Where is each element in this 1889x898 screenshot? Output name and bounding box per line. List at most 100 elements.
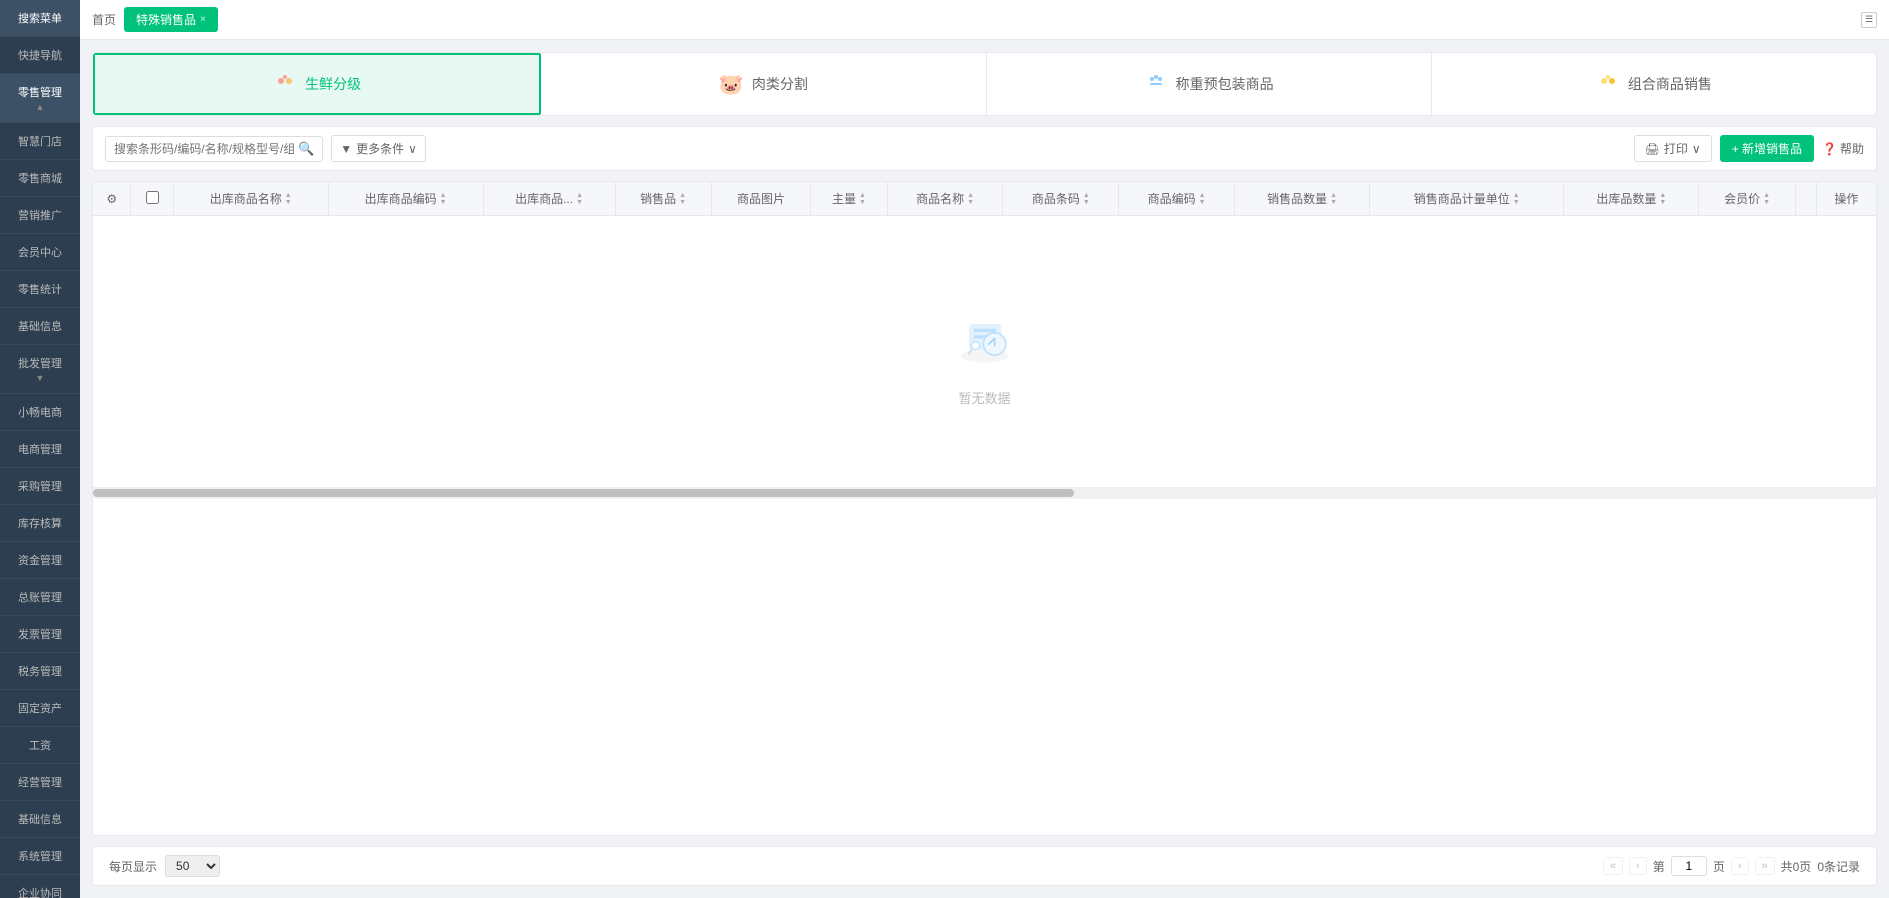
print-button[interactable]: 🖨 打印 ∨: [1634, 135, 1712, 162]
sidebar-item-invoice[interactable]: 发票管理: [0, 616, 80, 653]
sort-arrows-outbound-qty[interactable]: ▲▼: [1659, 192, 1666, 206]
horizontal-scrollbar-thumb[interactable]: [93, 489, 1074, 497]
sidebar-item-ecommerce-mgmt[interactable]: 电商管理: [0, 431, 80, 468]
sort-arrows-outbound-name[interactable]: ▲▼: [285, 192, 292, 206]
sidebar-item-marketing[interactable]: 营销推广: [0, 197, 80, 234]
tab-weigh-prepack[interactable]: 称重预包装商品: [987, 53, 1432, 115]
horizontal-scrollbar-area[interactable]: [93, 487, 1876, 499]
search-menu-label: 搜索菜单: [18, 13, 62, 25]
sidebar-item-ecommerce[interactable]: 小畅电商: [0, 394, 80, 431]
sidebar-item-salary[interactable]: 工资: [0, 727, 80, 764]
search-input[interactable]: [114, 142, 294, 156]
col-product-name: 商品名称: [916, 190, 964, 207]
retail-mgmt-arrow: ▲: [36, 102, 45, 112]
tab-label-combo: 组合商品销售: [1628, 74, 1712, 94]
th-extra: [1795, 182, 1816, 216]
combo-sales-icon: [1596, 69, 1620, 99]
sidebar-item-tax[interactable]: 税务管理: [0, 653, 80, 690]
topbar-home-link[interactable]: 首页: [92, 11, 116, 28]
sidebar-item-purchase-mgmt[interactable]: 采购管理: [0, 468, 80, 505]
sidebar-item-smart-store[interactable]: 智慧门店: [0, 123, 80, 160]
sidebar-item-member-center[interactable]: 会员中心: [0, 234, 80, 271]
topbar-active-tab[interactable]: 特殊销售品 ×: [124, 7, 218, 32]
col-outbound-etc: 出库商品...: [515, 190, 573, 207]
th-checkbox[interactable]: [131, 182, 173, 216]
sort-arrows-product-code[interactable]: ▲▼: [1199, 192, 1206, 206]
sidebar-item-inventory[interactable]: 库存核算: [0, 505, 80, 542]
tab-label-fresh: 生鲜分级: [305, 74, 361, 94]
page-number-input[interactable]: [1671, 856, 1707, 876]
page-size-label: 每页显示: [109, 858, 157, 875]
filter-chevron-icon: ∨: [408, 142, 417, 156]
select-all-checkbox[interactable]: [146, 191, 159, 204]
col-action: 操作: [1834, 192, 1858, 206]
sidebar-item-retail-mall[interactable]: 零售商城: [0, 160, 80, 197]
next-page-button[interactable]: ›: [1731, 857, 1749, 875]
toolbar-left: 🔍 ▼ 更多条件 ∨: [105, 135, 426, 162]
category-tabs: 生鲜分级 🐷 肉类分割 称重预包装商品: [92, 52, 1877, 116]
tab-combo-sales[interactable]: 组合商品销售: [1432, 53, 1876, 115]
col-outbound-code: 出库商品编码: [365, 190, 437, 207]
tab-fresh-grading[interactable]: 生鲜分级: [93, 53, 541, 115]
sidebar-item-basic-info-2[interactable]: 基础信息: [0, 801, 80, 838]
fresh-grading-icon: [273, 69, 297, 99]
sidebar-item-quick-nav[interactable]: 快捷导航: [0, 37, 80, 74]
print-chevron-icon: ∨: [1692, 142, 1701, 156]
sidebar-item-search-menu[interactable]: 搜索菜单: [0, 0, 80, 37]
tab-meat-cutting[interactable]: 🐷 肉类分割: [541, 53, 986, 115]
sidebar-item-ledger[interactable]: 总账管理: [0, 579, 80, 616]
col-product-img: 商品图片: [737, 192, 785, 206]
sidebar-item-system[interactable]: 系统管理: [0, 838, 80, 875]
add-product-button[interactable]: + 新增销售品: [1720, 135, 1814, 162]
tab-close-icon[interactable]: ×: [200, 14, 206, 25]
sort-arrows-barcode[interactable]: ▲▼: [1083, 192, 1090, 206]
page-content: 生鲜分级 🐷 肉类分割 称重预包装商品: [80, 40, 1889, 898]
sidebar-item-enterprise[interactable]: 企业协同: [0, 875, 80, 898]
toggle-sidebar-icon[interactable]: ☰: [1861, 12, 1877, 28]
print-icon: 🖨: [1645, 142, 1660, 156]
search-icon[interactable]: 🔍: [298, 141, 314, 157]
tab-label-weigh: 称重预包装商品: [1176, 74, 1274, 94]
sort-arrows-main-qty[interactable]: ▲▼: [859, 192, 866, 206]
sidebar-item-finance[interactable]: 资金管理: [0, 542, 80, 579]
tab-label-meat: 肉类分割: [752, 74, 808, 94]
sidebar-item-fixed-assets[interactable]: 固定资产: [0, 690, 80, 727]
filter-button[interactable]: ▼ 更多条件 ∨: [331, 135, 426, 162]
col-barcode: 商品条码: [1032, 190, 1080, 207]
th-settings[interactable]: ⚙: [93, 182, 131, 216]
col-product-code: 商品编码: [1148, 190, 1196, 207]
sidebar-item-retail-stats[interactable]: 零售统计: [0, 271, 80, 308]
th-sale-qty: 销售品数量 ▲▼: [1234, 182, 1369, 216]
sort-arrows-product-name[interactable]: ▲▼: [967, 192, 974, 206]
sort-arrows-sale-qty[interactable]: ▲▼: [1330, 192, 1337, 206]
help-button[interactable]: ❓ 帮助: [1822, 140, 1864, 157]
th-product-code: 商品编码 ▲▼: [1119, 182, 1235, 216]
empty-text: 暂无数据: [958, 388, 1010, 407]
sidebar-item-wholesale-mgmt[interactable]: 批发管理 ▼: [0, 345, 80, 394]
pagination-left: 每页显示 50 10 20 100: [109, 855, 220, 877]
th-barcode: 商品条码 ▲▼: [1003, 182, 1119, 216]
wholesale-arrow: ▼: [36, 373, 45, 383]
sort-arrows-outbound-etc[interactable]: ▲▼: [576, 192, 583, 206]
col-outbound-name: 出库商品名称: [210, 190, 282, 207]
sort-arrows-sale[interactable]: ▲▼: [679, 192, 686, 206]
th-outbound-name: 出库商品名称 ▲▼: [173, 182, 328, 216]
topbar-right: ☰: [1861, 12, 1877, 28]
empty-state: 暂无数据: [93, 216, 1876, 487]
print-label: 打印: [1664, 140, 1688, 157]
sort-arrows-sale-unit[interactable]: ▲▼: [1513, 192, 1520, 206]
last-page-button[interactable]: »: [1755, 857, 1775, 875]
filter-label: 更多条件: [356, 140, 404, 157]
toolbar: 🔍 ▼ 更多条件 ∨ 🖨 打印 ∨ + 新增销售品 ❓: [92, 126, 1877, 171]
sidebar-item-basic-info[interactable]: 基础信息: [0, 308, 80, 345]
page-size-select[interactable]: 50 10 20 100: [165, 855, 220, 877]
prev-page-button[interactable]: ‹: [1629, 857, 1647, 875]
page-label: 第: [1653, 858, 1665, 875]
sort-arrows-outbound-code[interactable]: ▲▼: [440, 192, 447, 206]
main-area: 首页 特殊销售品 × ☰ 生鲜分级 🐷: [80, 0, 1889, 898]
th-product-name: 商品名称 ▲▼: [887, 182, 1003, 216]
sidebar-item-operations[interactable]: 经营管理: [0, 764, 80, 801]
first-page-button[interactable]: «: [1603, 857, 1623, 875]
sidebar-item-retail-mgmt[interactable]: 零售管理 ▲: [0, 74, 80, 123]
sort-arrows-member-price[interactable]: ▲▼: [1763, 192, 1770, 206]
